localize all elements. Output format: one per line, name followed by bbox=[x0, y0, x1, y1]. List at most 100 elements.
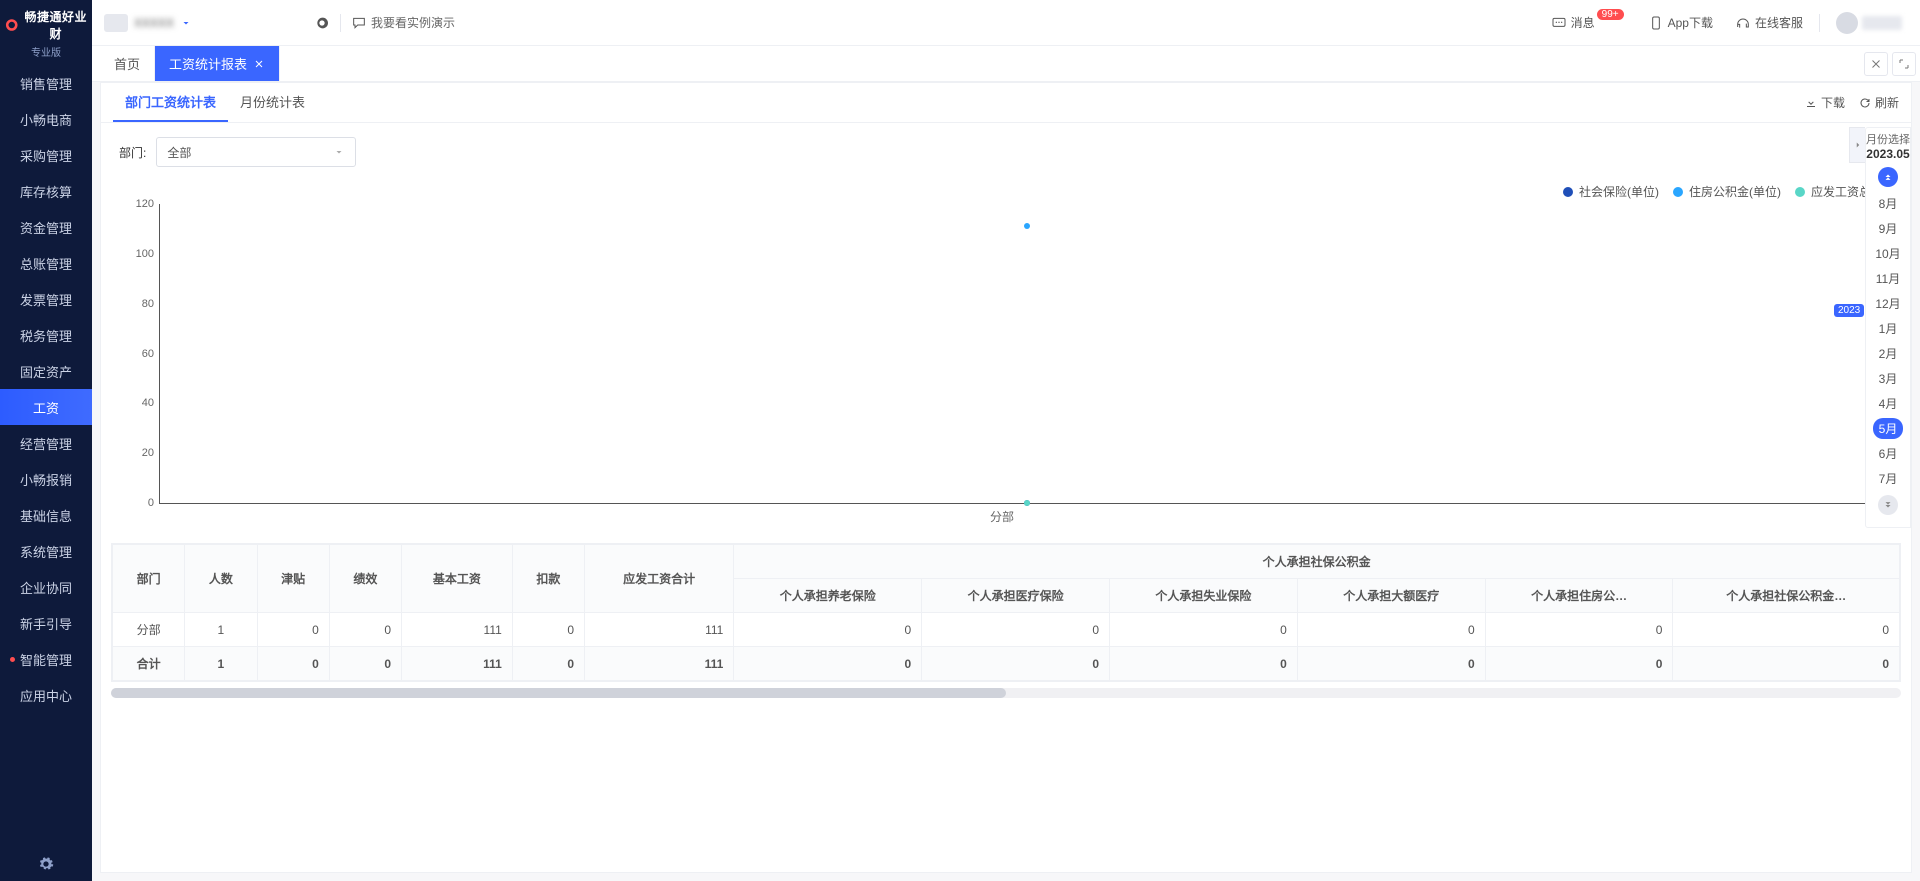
chart-point bbox=[1024, 223, 1030, 229]
nav: 销售管理小畅电商采购管理库存核算资金管理总账管理发票管理税务管理固定资产工资经营… bbox=[0, 65, 92, 847]
legend-dot-icon bbox=[1795, 187, 1805, 197]
comment-icon bbox=[351, 15, 367, 31]
monthpicker-year: 2023.05 bbox=[1866, 147, 1909, 161]
messages[interactable]: 消息 99+ bbox=[1545, 14, 1632, 31]
brand-logo-icon bbox=[4, 16, 19, 34]
inner-tab-1[interactable]: 月份统计表 bbox=[228, 83, 317, 122]
sidebar-item-17[interactable]: 应用中心 bbox=[0, 677, 92, 713]
demo-link[interactable]: 我要看实例演示 bbox=[351, 14, 455, 31]
legend-item[interactable]: 住房公积金(单位) bbox=[1673, 183, 1781, 200]
y-tick: 20 bbox=[142, 447, 154, 459]
sidebar-item-label: 基础信息 bbox=[20, 506, 72, 525]
tab-1[interactable]: 工资统计报表 bbox=[155, 46, 280, 81]
monthpicker-toggle[interactable] bbox=[1849, 127, 1865, 163]
mobile-icon bbox=[1648, 15, 1664, 31]
expand-icon bbox=[1898, 58, 1910, 70]
sidebar-item-4[interactable]: 资金管理 bbox=[0, 209, 92, 245]
sidebar-item-label: 销售管理 bbox=[20, 74, 72, 93]
legend-dot-icon bbox=[1673, 187, 1683, 197]
monthpicker-down[interactable] bbox=[1878, 495, 1898, 515]
refresh-icon bbox=[1859, 97, 1871, 109]
cell: 0 bbox=[922, 647, 1110, 681]
table-row: 合计1001110111000000 bbox=[113, 647, 1900, 681]
sidebar-item-15[interactable]: 新手引导 bbox=[0, 605, 92, 641]
sidebar-item-label: 系统管理 bbox=[20, 542, 72, 561]
month-item[interactable]: 9月 bbox=[1873, 218, 1904, 239]
user-menu[interactable] bbox=[1830, 12, 1908, 34]
sidebar-item-1[interactable]: 小畅电商 bbox=[0, 101, 92, 137]
y-tick: 40 bbox=[142, 397, 154, 409]
tab-expand[interactable] bbox=[1892, 52, 1916, 76]
main: XXXXX 我要看实例演示 消息 99+ App下载 在线客服 bbox=[92, 0, 1920, 881]
settings-icon[interactable] bbox=[314, 15, 330, 31]
month-item[interactable]: 8月 bbox=[1873, 193, 1904, 214]
month-item[interactable]: 12月 bbox=[1869, 293, 1906, 314]
refresh-link[interactable]: 刷新 bbox=[1859, 94, 1899, 111]
table-row: 分部1001110111000000 bbox=[113, 613, 1900, 647]
app-download[interactable]: App下载 bbox=[1642, 14, 1719, 31]
sidebar-item-0[interactable]: 销售管理 bbox=[0, 65, 92, 101]
online-service-label: 在线客服 bbox=[1755, 14, 1803, 31]
cell: 0 bbox=[1297, 613, 1485, 647]
chevron-right-icon bbox=[1853, 140, 1863, 150]
table-wrap: 部门人数津贴绩效基本工资扣款应发工资合计个人承担社保公积金个人承担养老保险个人承… bbox=[111, 543, 1901, 682]
sidebar-item-label: 小畅报销 bbox=[20, 470, 72, 489]
sidebar-item-3[interactable]: 库存核算 bbox=[0, 173, 92, 209]
scrollbar-thumb[interactable] bbox=[111, 688, 1006, 698]
month-item[interactable]: 11月 bbox=[1870, 268, 1906, 289]
sidebar-item-2[interactable]: 采购管理 bbox=[0, 137, 92, 173]
month-item[interactable]: 10月 bbox=[1869, 243, 1906, 264]
download-link[interactable]: 下载 bbox=[1805, 94, 1845, 111]
online-service[interactable]: 在线客服 bbox=[1729, 14, 1809, 31]
cell: 0 bbox=[1297, 647, 1485, 681]
sidebar-item-8[interactable]: 固定资产 bbox=[0, 353, 92, 389]
message-icon bbox=[1551, 15, 1567, 31]
sidebar-item-7[interactable]: 税务管理 bbox=[0, 317, 92, 353]
sidebar-item-6[interactable]: 发票管理 bbox=[0, 281, 92, 317]
tab-close-all[interactable] bbox=[1864, 52, 1888, 76]
sidebar-item-16[interactable]: 智能管理 bbox=[0, 641, 92, 677]
close-icon[interactable] bbox=[253, 58, 265, 70]
sidebar-item-12[interactable]: 基础信息 bbox=[0, 497, 92, 533]
sidebar-settings[interactable] bbox=[0, 847, 92, 881]
y-tick: 120 bbox=[136, 198, 154, 210]
horizontal-scrollbar[interactable] bbox=[111, 688, 1901, 698]
month-item[interactable]: 4月 bbox=[1873, 393, 1904, 414]
month-item[interactable]: 1月 bbox=[1873, 318, 1904, 339]
month-item[interactable]: 6月 bbox=[1873, 443, 1904, 464]
inner-tab-0[interactable]: 部门工资统计表 bbox=[113, 83, 228, 122]
dept-select[interactable]: 全部 bbox=[156, 137, 356, 167]
close-icon bbox=[1870, 58, 1882, 70]
month-item[interactable]: 7月 bbox=[1873, 468, 1904, 489]
cell: 0 bbox=[922, 613, 1110, 647]
chart-point bbox=[1024, 500, 1030, 506]
refresh-label: 刷新 bbox=[1875, 94, 1899, 111]
salary-table: 部门人数津贴绩效基本工资扣款应发工资合计个人承担社保公积金个人承担养老保险个人承… bbox=[112, 544, 1900, 681]
sidebar-item-13[interactable]: 系统管理 bbox=[0, 533, 92, 569]
monthpicker-up[interactable] bbox=[1878, 167, 1898, 187]
month-item[interactable]: 5月 bbox=[1873, 418, 1904, 439]
monthpicker-title: 月份选择 bbox=[1866, 134, 1910, 147]
demo-label: 我要看实例演示 bbox=[371, 14, 455, 31]
sidebar-item-11[interactable]: 小畅报销 bbox=[0, 461, 92, 497]
sidebar-item-label: 新手引导 bbox=[20, 614, 72, 633]
company-switcher[interactable]: XXXXX bbox=[104, 14, 304, 32]
cell: 0 bbox=[512, 613, 584, 647]
messages-label: 消息 bbox=[1571, 14, 1595, 31]
sidebar-item-9[interactable]: 工资 bbox=[0, 389, 92, 425]
cell: 1 bbox=[185, 613, 257, 647]
month-item[interactable]: 2月 bbox=[1873, 343, 1904, 364]
app-download-label: App下载 bbox=[1668, 14, 1713, 31]
red-dot-icon bbox=[10, 657, 15, 662]
tab-0[interactable]: 首页 bbox=[100, 46, 155, 81]
sidebar-item-5[interactable]: 总账管理 bbox=[0, 245, 92, 281]
sidebar-item-14[interactable]: 企业协同 bbox=[0, 569, 92, 605]
inner-tabs: 部门工资统计表月份统计表 下载 刷新 bbox=[101, 83, 1911, 123]
legend-item[interactable]: 社会保险(单位) bbox=[1563, 183, 1659, 200]
cell: 0 bbox=[512, 647, 584, 681]
sidebar-item-10[interactable]: 经营管理 bbox=[0, 425, 92, 461]
month-item[interactable]: 3月 bbox=[1873, 368, 1904, 389]
brand-name: 畅捷通好业财 bbox=[23, 8, 88, 42]
cell: 111 bbox=[585, 613, 734, 647]
x-axis-label: 分部 bbox=[111, 504, 1893, 525]
